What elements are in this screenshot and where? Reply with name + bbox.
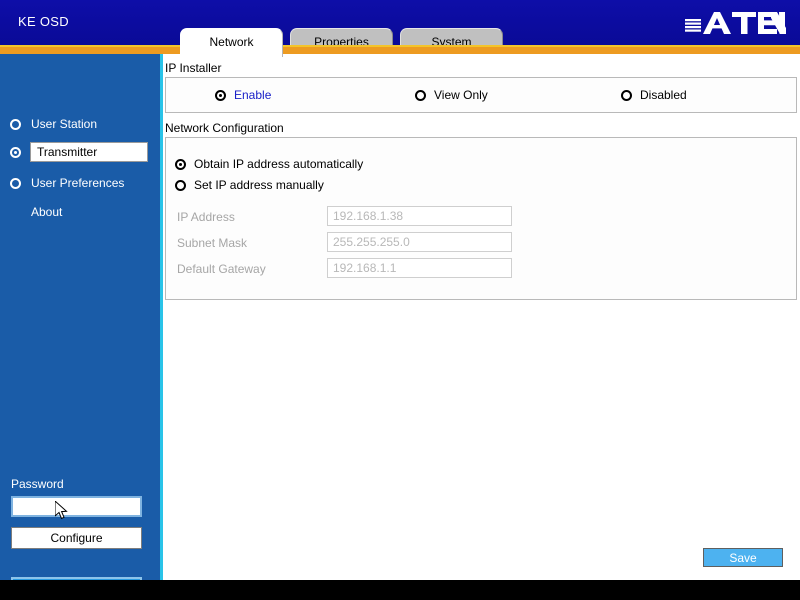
ke-osd-window: KE OSD Network Properties System User St… <box>0 0 800 580</box>
radio-icon[interactable] <box>175 179 186 191</box>
radio-obtain-ip-automatically[interactable]: Obtain IP address automatically <box>175 157 363 171</box>
sidebar-item-label: About <box>31 205 63 219</box>
radio-ip-installer-view-only[interactable]: View Only <box>415 88 488 102</box>
ip-installer-title: IP Installer <box>165 61 222 75</box>
radio-icon[interactable] <box>10 177 21 189</box>
radio-icon[interactable] <box>621 89 632 101</box>
radio-ip-installer-disabled[interactable]: Disabled <box>621 88 687 102</box>
sidebar-item-label: User Preferences <box>31 176 125 190</box>
sidebar: User Station Transmitter User Preference… <box>0 54 160 580</box>
sidebar-item-about[interactable]: About <box>10 202 62 222</box>
radio-label: View Only <box>434 88 488 102</box>
main-content: IP Installer Enable View Only Disabled N… <box>163 54 800 580</box>
subnet-mask-label: Subnet Mask <box>177 236 248 250</box>
radio-icon[interactable] <box>215 89 226 101</box>
sidebar-item-user-preferences[interactable]: User Preferences <box>10 173 124 193</box>
password-label: Password <box>11 477 64 491</box>
sidebar-item-transmitter[interactable]: Transmitter <box>10 142 148 162</box>
default-gateway-field[interactable] <box>327 258 512 278</box>
radio-label: Enable <box>234 88 272 102</box>
network-configuration-title: Network Configuration <box>165 121 284 135</box>
radio-ip-installer-enable[interactable]: Enable <box>215 88 271 102</box>
radio-icon[interactable] <box>175 158 186 170</box>
radio-label: Disabled <box>640 88 687 102</box>
save-button[interactable]: Save <box>703 548 783 567</box>
default-gateway-label: Default Gateway <box>177 262 266 276</box>
radio-icon[interactable] <box>10 118 21 130</box>
radio-icon[interactable] <box>415 89 426 101</box>
tab-network[interactable]: Network <box>180 28 283 57</box>
configure-button[interactable]: Configure <box>11 527 142 549</box>
radio-set-ip-manually[interactable]: Set IP address manually <box>175 178 324 192</box>
back-to-video-button[interactable]: Back to Video <box>11 577 142 580</box>
sidebar-item-label: Transmitter <box>30 142 148 162</box>
sidebar-item-user-station[interactable]: User Station <box>10 114 97 134</box>
header-accent-band <box>0 47 800 54</box>
ip-address-field[interactable] <box>327 206 512 226</box>
radio-icon[interactable] <box>10 146 21 158</box>
page-title: KE OSD <box>18 14 69 29</box>
radio-label: Set IP address manually <box>194 178 324 192</box>
subnet-mask-field[interactable] <box>327 232 512 252</box>
radio-label: Obtain IP address automatically <box>194 157 364 171</box>
title-bar: KE OSD Network Properties System <box>0 0 800 57</box>
aten-logo-icon <box>685 12 786 34</box>
ip-address-label: IP Address <box>177 210 235 224</box>
sidebar-item-label: User Station <box>31 117 98 131</box>
password-input[interactable] <box>11 496 142 517</box>
